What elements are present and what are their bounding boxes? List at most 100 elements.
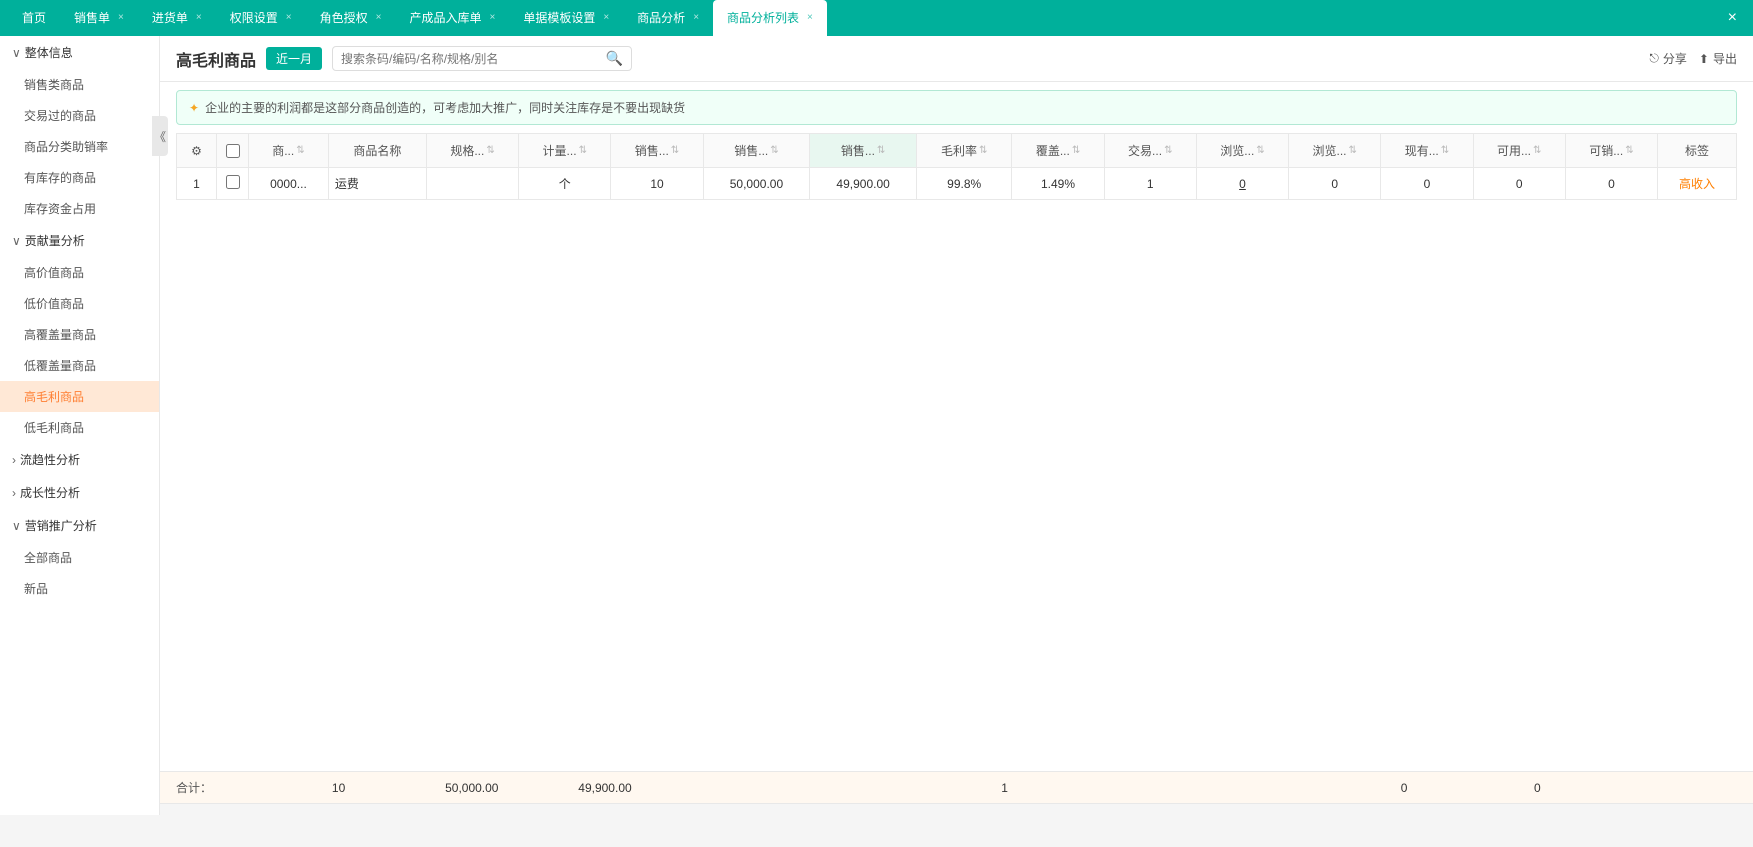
col-code[interactable]: 商... ⇅ (249, 134, 329, 168)
col-sales-cost[interactable]: 销售... ⇅ (810, 134, 917, 168)
select-all-checkbox[interactable] (226, 144, 240, 158)
cell-browse1[interactable]: 0 (1196, 168, 1288, 200)
col-browse1[interactable]: 浏览... ⇅ (1196, 134, 1288, 168)
content-header: 高毛利商品 近一月 🔍 ⎋ 分享 ⬆ 导出 (160, 36, 1753, 82)
cell-code[interactable]: 0000... (249, 168, 329, 200)
sidebar-item-new-goods[interactable]: 新品 (0, 573, 159, 604)
cell-checkbox[interactable] (217, 168, 249, 200)
table-footer: 合计： 10 50,000.00 49,900.00 1 0 0 (160, 771, 1753, 803)
sidebar-group-contribution[interactable]: ∨ 贡献量分析 (0, 224, 159, 257)
footer-sales-amount: 50,000.00 (405, 781, 538, 795)
sidebar-group-trend[interactable]: › 流趋性分析 (0, 443, 159, 476)
footer-transactions: 1 (938, 781, 1071, 795)
nav-product-analysis[interactable]: 商品分析 × (623, 0, 713, 36)
col-tag: 标签 (1658, 134, 1737, 168)
cell-sales-cost: 49,900.00 (810, 168, 917, 200)
cell-browse2: 0 (1289, 168, 1381, 200)
col-name[interactable]: 商品名称 (328, 134, 426, 168)
col-coverage[interactable]: 覆盖... ⇅ (1012, 134, 1104, 168)
sort-icon: ⇅ (877, 145, 885, 156)
col-unit[interactable]: 计量... ⇅ (519, 134, 611, 168)
sidebar-item-low-value[interactable]: 低价值商品 (0, 288, 159, 319)
header-actions: ⎋ 分享 ⬆ 导出 (1649, 50, 1737, 67)
col-saleable[interactable]: 可销... ⇅ (1565, 134, 1657, 168)
close-icon[interactable]: × (693, 0, 699, 36)
nav-sales-order[interactable]: 销售单 × (60, 0, 138, 36)
col-spec[interactable]: 规格... ⇅ (426, 134, 518, 168)
sidebar-item-all-goods[interactable]: 全部商品 (0, 542, 159, 573)
col-current-stock[interactable]: 现有... ⇅ (1381, 134, 1473, 168)
share-button[interactable]: ⎋ 分享 (1649, 50, 1687, 67)
cell-unit: 个 (519, 168, 611, 200)
cell-index: 1 (177, 168, 217, 200)
close-all-icon[interactable]: × (1720, 9, 1745, 27)
sort-icon: ⇅ (770, 145, 778, 156)
col-sales-qty[interactable]: 销售... ⇅ (611, 134, 703, 168)
close-icon[interactable]: × (603, 0, 609, 36)
col-transactions[interactable]: 交易... ⇅ (1104, 134, 1196, 168)
sidebar-group-growth[interactable]: › 成长性分析 (0, 476, 159, 509)
sidebar-item-stocked-goods[interactable]: 有库存的商品 (0, 162, 159, 193)
close-icon[interactable]: × (489, 0, 495, 36)
sort-icon: ⇅ (1164, 145, 1172, 156)
nav-purchase-order[interactable]: 进货单 × (138, 0, 216, 36)
sidebar-item-low-coverage[interactable]: 低覆盖量商品 (0, 350, 159, 381)
sidebar-item-high-margin[interactable]: 高毛利商品 (0, 381, 159, 412)
col-available[interactable]: 可用... ⇅ (1473, 134, 1565, 168)
row-checkbox[interactable] (226, 175, 240, 189)
sidebar-item-high-coverage[interactable]: 高覆盖量商品 (0, 319, 159, 350)
info-icon: ✦ (189, 101, 199, 115)
col-browse2[interactable]: 浏览... ⇅ (1289, 134, 1381, 168)
sort-icon: ⇅ (1072, 145, 1080, 156)
sidebar-item-category-sales-rate[interactable]: 商品分类助销率 (0, 131, 159, 162)
cell-coverage: 1.49% (1012, 168, 1104, 200)
chevron-down-icon: ∨ (12, 234, 21, 248)
search-icon[interactable]: 🔍 (606, 50, 623, 67)
main-content: 高毛利商品 近一月 🔍 ⎋ 分享 ⬆ 导出 ✦ 企业的主要的利润都是这部分商品创… (160, 36, 1753, 815)
nav-template-settings[interactable]: 单据模板设置 × (509, 0, 623, 36)
period-button[interactable]: 近一月 (266, 47, 322, 70)
sidebar-item-inventory-funds[interactable]: 库存资金占用 (0, 193, 159, 224)
nav-permissions[interactable]: 权限设置 × (216, 0, 306, 36)
horizontal-scrollbar[interactable] (160, 803, 1753, 815)
close-icon[interactable]: × (376, 0, 382, 36)
footer-available: 0 (1471, 781, 1604, 795)
sidebar-item-traded-goods[interactable]: 交易过的商品 (0, 100, 159, 131)
sort-icon: ⇅ (1256, 145, 1264, 156)
nav-home[interactable]: 首页 (8, 0, 60, 36)
col-checkbox (217, 134, 249, 168)
sort-icon: ⇅ (979, 145, 987, 156)
sort-icon: ⇅ (486, 145, 494, 156)
cell-transactions: 1 (1104, 168, 1196, 200)
cell-spec (426, 168, 518, 200)
col-gross-margin[interactable]: 毛利率 ⇅ (916, 134, 1011, 168)
footer-gross-margin (672, 781, 805, 795)
share-icon: ⎋ (1649, 51, 1659, 66)
search-input[interactable] (341, 52, 602, 66)
browse1-link[interactable]: 0 (1239, 177, 1246, 191)
sidebar-item-sales-goods[interactable]: 销售类商品 (0, 69, 159, 100)
nav-roles[interactable]: 角色授权 × (306, 0, 396, 36)
footer-sales-qty: 10 (272, 781, 405, 795)
footer-coverage (805, 781, 938, 795)
close-icon[interactable]: × (118, 0, 124, 36)
data-table-container: ⚙ 商... ⇅ (160, 133, 1753, 771)
search-box[interactable]: 🔍 (332, 46, 632, 71)
sidebar-item-high-value[interactable]: 高价值商品 (0, 257, 159, 288)
settings-icon[interactable]: ⚙ (191, 144, 202, 158)
sidebar-group-marketing[interactable]: ∨ 营销推广分析 (0, 509, 159, 542)
export-button[interactable]: ⬆ 导出 (1699, 50, 1737, 67)
close-icon[interactable]: × (807, 0, 813, 36)
col-sales-amount[interactable]: 销售... ⇅ (703, 134, 810, 168)
tag-label: 高收入 (1679, 177, 1715, 191)
sidebar-collapse-button[interactable]: 《 (152, 116, 168, 156)
sidebar-group-overall[interactable]: ∨ 整体信息 (0, 36, 159, 69)
nav-product-analysis-list[interactable]: 商品分析列表 × (713, 0, 827, 36)
chevron-down-icon: ∨ (12, 46, 21, 60)
nav-product-storage[interactable]: 产成品入库单 × (395, 0, 509, 36)
chevron-right-icon: › (12, 453, 16, 467)
sidebar-item-low-margin[interactable]: 低毛利商品 (0, 412, 159, 443)
cell-tag: 高收入 (1658, 168, 1737, 200)
close-icon[interactable]: × (196, 0, 202, 36)
close-icon[interactable]: × (286, 0, 292, 36)
